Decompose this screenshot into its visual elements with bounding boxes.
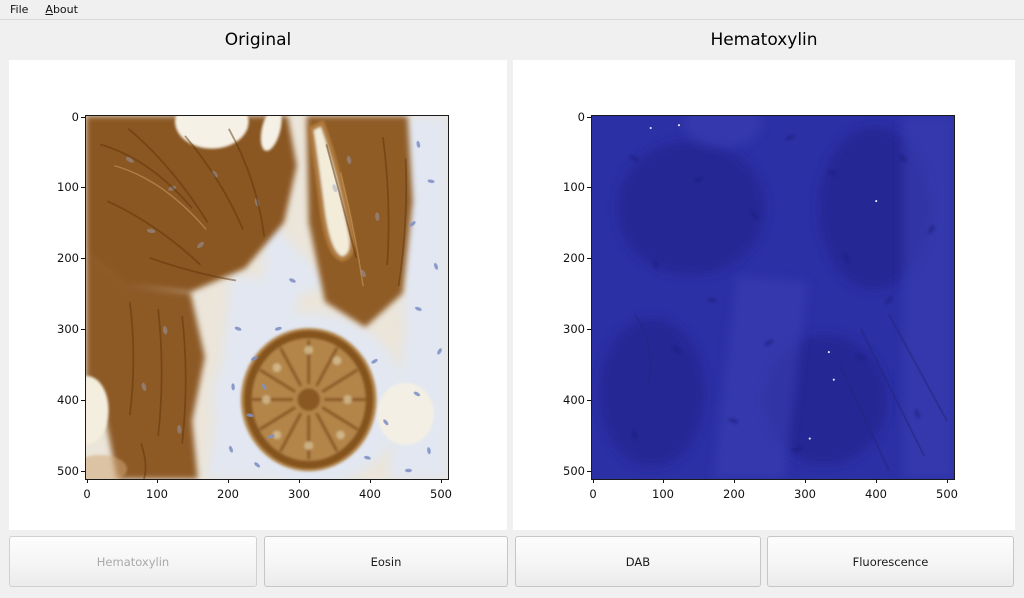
eosin-button[interactable]: Eosin: [264, 536, 508, 587]
panel-title-hematoxylin: Hematoxylin: [710, 30, 818, 50]
y-tick-label: 100: [57, 180, 79, 194]
x-tick-mark: [228, 479, 229, 483]
x-tick-mark: [593, 479, 594, 483]
y-tick-label: 500: [57, 464, 79, 478]
y-tick-label: 0: [577, 110, 585, 124]
x-tick-label: 300: [288, 487, 310, 501]
original-plot: 0 100 200 300 400 500 0 100 200 300 400 …: [57, 110, 452, 501]
fluorescence-button[interactable]: Fluorescence: [767, 536, 1014, 587]
menu-bar: File About: [0, 0, 1024, 20]
x-tick-label: 400: [359, 487, 381, 501]
original-tissue-image: [86, 116, 448, 479]
hematoxylin-canvas: 0 100 200 300 400 500 0 100 200 300 400 …: [513, 60, 1015, 530]
y-tick-label: 200: [57, 251, 79, 265]
x-tick-label: 0: [589, 487, 597, 501]
y-tick-mark: [81, 471, 85, 472]
y-tick-label: 500: [563, 464, 585, 478]
y-tick-label: 300: [57, 322, 79, 336]
panel-title-original: Original: [224, 30, 292, 50]
y-tick-mark: [587, 117, 591, 118]
y-tick-mark: [81, 400, 85, 401]
y-tick-mark: [81, 117, 85, 118]
x-tick-mark: [805, 479, 806, 483]
x-tick-label: 500: [936, 487, 958, 501]
hematoxylin-button: Hematoxylin: [9, 536, 257, 587]
x-tick-mark: [441, 479, 442, 483]
y-tick-label: 400: [563, 393, 585, 407]
x-tick-mark: [947, 479, 948, 483]
y-tick-label: 300: [563, 322, 585, 336]
x-tick-mark: [876, 479, 877, 483]
x-tick-mark: [734, 479, 735, 483]
y-tick-mark: [587, 187, 591, 188]
x-tick-mark: [663, 479, 664, 483]
original-canvas: 0 100 200 300 400 500 0 100 200 300 400 …: [9, 60, 507, 530]
x-tick-mark: [370, 479, 371, 483]
y-tick-mark: [587, 400, 591, 401]
app-window: File About Original Hematoxylin 0 100 20…: [0, 0, 1024, 598]
y-tick-mark: [587, 329, 591, 330]
menu-about-label-rest: bout: [52, 3, 78, 16]
x-tick-mark: [157, 479, 158, 483]
y-tick-mark: [81, 258, 85, 259]
y-tick-mark: [81, 329, 85, 330]
hematoxylin-channel-image: [592, 116, 954, 479]
y-tick-label: 200: [563, 251, 585, 265]
x-tick-label: 300: [794, 487, 816, 501]
y-tick-mark: [587, 471, 591, 472]
y-tick-label: 400: [57, 393, 79, 407]
x-tick-label: 500: [430, 487, 452, 501]
y-tick-mark: [81, 187, 85, 188]
x-tick-label: 200: [723, 487, 745, 501]
dab-button[interactable]: DAB: [515, 536, 761, 587]
x-tick-label: 200: [217, 487, 239, 501]
y-tick-label: 100: [563, 180, 585, 194]
x-tick-label: 0: [83, 487, 91, 501]
x-tick-mark: [299, 479, 300, 483]
menu-about-accelerator: A: [45, 3, 53, 16]
x-tick-label: 400: [865, 487, 887, 501]
menu-file[interactable]: File: [10, 3, 28, 16]
menu-about[interactable]: About: [45, 3, 78, 16]
y-tick-mark: [587, 258, 591, 259]
x-tick-label: 100: [652, 487, 674, 501]
x-tick-mark: [87, 479, 88, 483]
hematoxylin-plot: 0 100 200 300 400 500 0 100 200 300 400 …: [563, 110, 958, 501]
x-tick-label: 100: [146, 487, 168, 501]
y-tick-label: 0: [71, 110, 79, 124]
